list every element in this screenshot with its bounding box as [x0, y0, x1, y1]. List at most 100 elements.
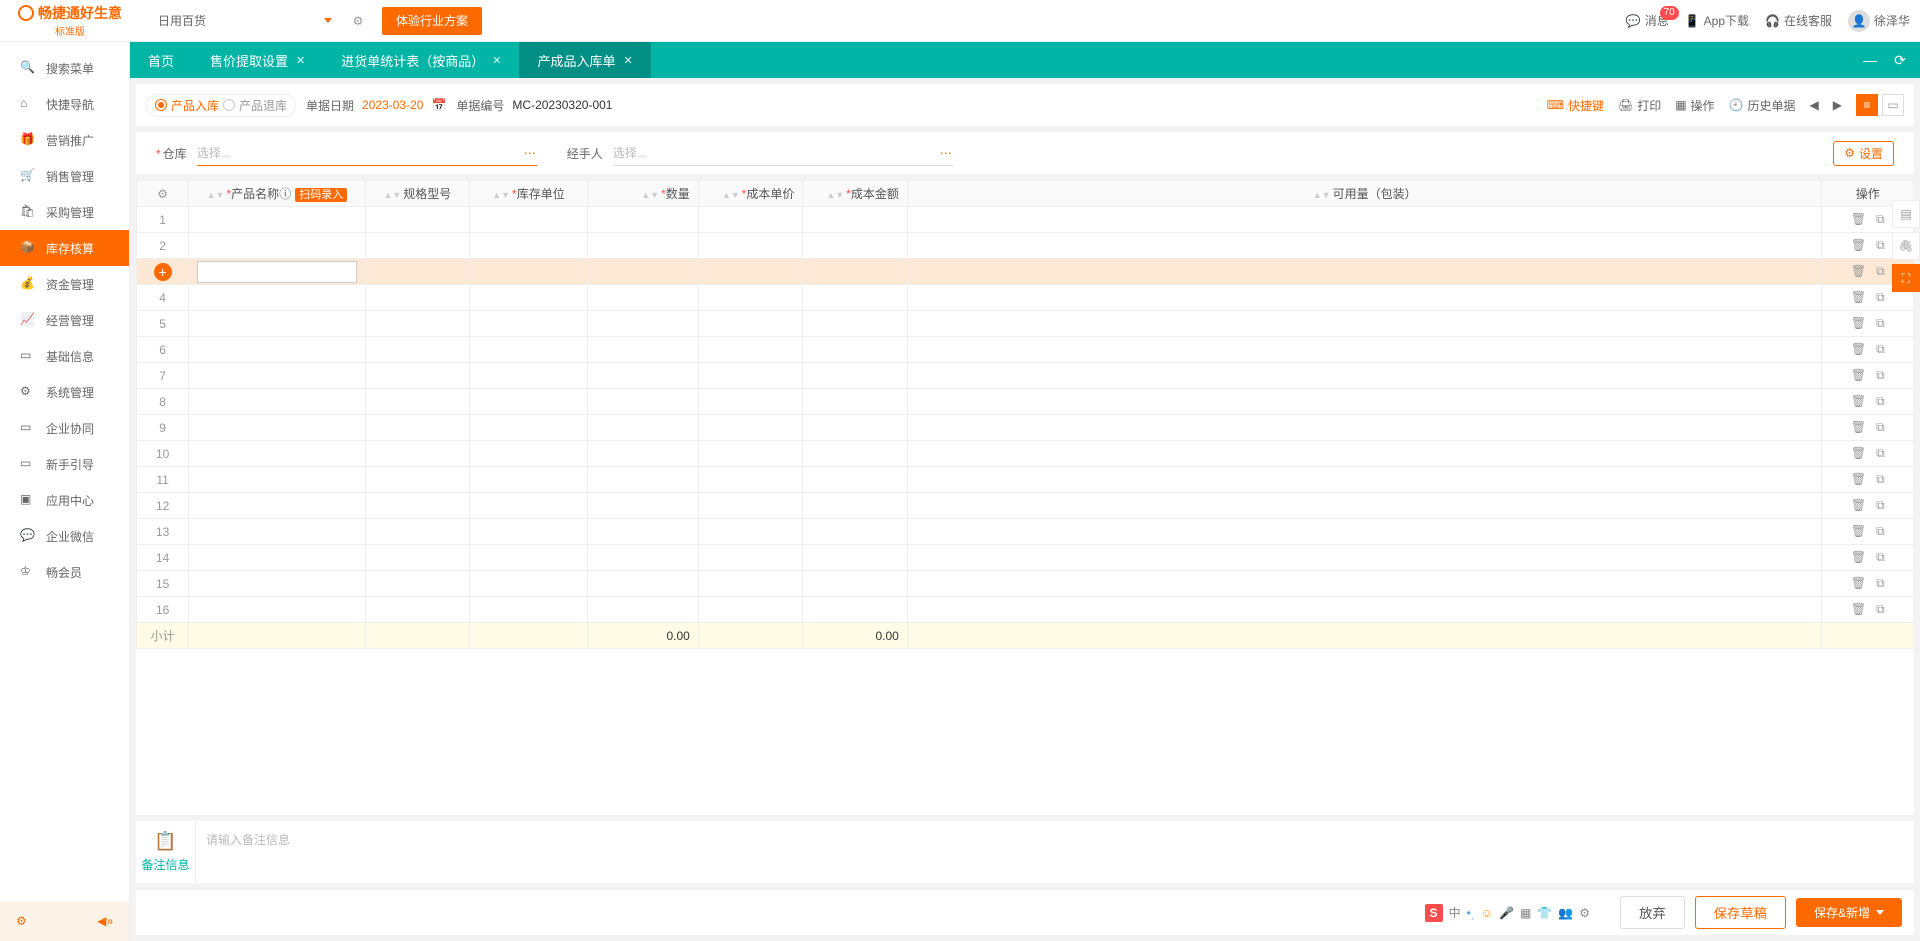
- discard-button[interactable]: 放弃: [1620, 896, 1685, 929]
- sidebar-collapse-icon[interactable]: ◀»: [97, 914, 113, 928]
- online-service-button[interactable]: 🎧在线客服: [1765, 12, 1832, 29]
- copy-row-icon[interactable]: ⧉: [1876, 342, 1885, 357]
- copy-row-icon[interactable]: ⧉: [1876, 290, 1885, 305]
- sidebar-item-info[interactable]: ▭基础信息: [0, 338, 129, 374]
- table-row[interactable]: 12🗑⧉: [137, 493, 1914, 519]
- table-row[interactable]: 11🗑⧉: [137, 467, 1914, 493]
- sidebar-item-home[interactable]: ⌂快捷导航: [0, 86, 129, 122]
- sidebar-item-cart[interactable]: 🛒销售管理: [0, 158, 129, 194]
- sidebar-settings-icon[interactable]: ⚙: [16, 914, 27, 928]
- table-row[interactable]: 14🗑⧉: [137, 545, 1914, 571]
- close-icon[interactable]: ✕: [624, 54, 633, 67]
- tab-1[interactable]: 售价提取设置✕: [192, 42, 323, 78]
- prev-doc-button[interactable]: ◀: [1810, 98, 1819, 112]
- history-button[interactable]: 🕘历史单据: [1729, 97, 1796, 114]
- delete-row-icon[interactable]: 🗑: [1851, 498, 1866, 513]
- delete-row-icon[interactable]: 🗑: [1851, 394, 1866, 409]
- sidebar-item-box[interactable]: 📦库存核算: [0, 230, 129, 266]
- table-row[interactable]: 1🗑⧉: [137, 207, 1914, 233]
- add-row-button[interactable]: +: [154, 263, 172, 281]
- copy-row-icon[interactable]: ⧉: [1876, 472, 1885, 487]
- delete-row-icon[interactable]: 🗑: [1851, 446, 1866, 461]
- delete-row-icon[interactable]: 🗑: [1851, 368, 1866, 383]
- handler-field[interactable]: 经手人 选择...⋯: [567, 140, 953, 166]
- sidebar-item-guide[interactable]: ▭新手引导: [0, 446, 129, 482]
- operate-button[interactable]: ▦操作: [1675, 97, 1714, 114]
- sidebar-item-chart[interactable]: 📈经营管理: [0, 302, 129, 338]
- tab-2[interactable]: 进货单统计表（按商品）✕: [323, 42, 519, 78]
- delete-row-icon[interactable]: 🗑: [1851, 472, 1866, 487]
- delete-row-icon[interactable]: 🗑: [1851, 212, 1866, 227]
- table-row[interactable]: 5🗑⧉: [137, 311, 1914, 337]
- warehouse-field[interactable]: 仓库 选择...⋯: [156, 140, 537, 166]
- save-and-new-button[interactable]: 保存&新增: [1796, 898, 1902, 927]
- close-icon[interactable]: ✕: [296, 54, 305, 67]
- scan-input-button[interactable]: 扫码录入: [295, 188, 347, 202]
- delete-row-icon[interactable]: 🗑: [1851, 576, 1866, 591]
- app-download-button[interactable]: 📱App下载: [1685, 12, 1749, 29]
- copy-row-icon[interactable]: ⧉: [1876, 264, 1885, 279]
- tab-refresh-button[interactable]: ⟳: [1888, 48, 1912, 72]
- col-settings[interactable]: ⚙: [137, 181, 189, 207]
- table-row[interactable]: 7🗑⧉: [137, 363, 1914, 389]
- sidebar-item-wallet[interactable]: 💰资金管理: [0, 266, 129, 302]
- save-draft-button[interactable]: 保存草稿: [1695, 896, 1786, 929]
- user-menu[interactable]: 👤徐泽华: [1848, 10, 1910, 32]
- copy-row-icon[interactable]: ⧉: [1876, 316, 1885, 331]
- radio-product-out[interactable]: 产品退库: [223, 97, 287, 114]
- copy-row-icon[interactable]: ⧉: [1876, 238, 1885, 253]
- sidebar-item-search[interactable]: 🔍搜索菜单: [0, 50, 129, 86]
- view-card-button[interactable]: ▭: [1882, 94, 1904, 116]
- close-icon[interactable]: ✕: [492, 54, 501, 67]
- col-price[interactable]: ▲▼*成本单价: [698, 181, 803, 207]
- print-button[interactable]: 🖨打印: [1618, 97, 1661, 114]
- next-doc-button[interactable]: ▶: [1833, 98, 1842, 112]
- col-unit[interactable]: ▲▼*库存单位: [470, 181, 588, 207]
- messages-button[interactable]: 💬 消息 70: [1626, 12, 1669, 29]
- view-list-button[interactable]: ≡: [1856, 94, 1878, 116]
- shortcut-link[interactable]: ⌨快捷键: [1547, 97, 1604, 114]
- table-row[interactable]: 16🗑⧉: [137, 597, 1914, 623]
- category-settings-button[interactable]: ⚙: [344, 7, 372, 35]
- sidebar-item-bag[interactable]: 🛍采购管理: [0, 194, 129, 230]
- copy-row-icon[interactable]: ⧉: [1876, 602, 1885, 617]
- try-industry-button[interactable]: 体验行业方案: [382, 7, 482, 35]
- table-row[interactable]: 15🗑⧉: [137, 571, 1914, 597]
- col-available[interactable]: ▲▼可用量（包装）: [907, 181, 1822, 207]
- copy-row-icon[interactable]: ⧉: [1876, 212, 1885, 227]
- delete-row-icon[interactable]: 🗑: [1851, 602, 1866, 617]
- sidebar-item-apps[interactable]: ▣应用中心: [0, 482, 129, 518]
- tab-0[interactable]: 首页: [130, 42, 192, 78]
- sidebar-item-wechat[interactable]: 💬企业微信: [0, 518, 129, 554]
- table-row[interactable]: 6🗑⧉: [137, 337, 1914, 363]
- col-amount[interactable]: ▲▼*成本金额: [803, 181, 908, 207]
- copy-row-icon[interactable]: ⧉: [1876, 368, 1885, 383]
- rail-expand-button[interactable]: ⛶: [1892, 264, 1920, 292]
- copy-row-icon[interactable]: ⧉: [1876, 420, 1885, 435]
- copy-row-icon[interactable]: ⧉: [1876, 498, 1885, 513]
- tab-minimize-button[interactable]: —: [1858, 48, 1882, 72]
- copy-row-icon[interactable]: ⧉: [1876, 394, 1885, 409]
- copy-row-icon[interactable]: ⧉: [1876, 446, 1885, 461]
- delete-row-icon[interactable]: 🗑: [1851, 342, 1866, 357]
- product-name-input[interactable]: [197, 261, 356, 283]
- radio-product-in[interactable]: 产品入库: [155, 97, 219, 114]
- table-row[interactable]: 10🗑⧉: [137, 441, 1914, 467]
- rail-attach-button[interactable]: 🖇: [1892, 232, 1920, 260]
- copy-row-icon[interactable]: ⧉: [1876, 524, 1885, 539]
- col-spec[interactable]: ▲▼规格型号: [365, 181, 470, 207]
- doc-date-field[interactable]: 单据日期 2023-03-20 📅: [306, 97, 446, 114]
- table-row[interactable]: 2🗑⧉: [137, 233, 1914, 259]
- delete-row-icon[interactable]: 🗑: [1851, 316, 1866, 331]
- sidebar-item-team[interactable]: ▭企业协同: [0, 410, 129, 446]
- table-row[interactable]: 4🗑⧉: [137, 285, 1914, 311]
- copy-row-icon[interactable]: ⧉: [1876, 576, 1885, 591]
- sidebar-item-vip[interactable]: ♔畅会员: [0, 554, 129, 590]
- delete-row-icon[interactable]: 🗑: [1851, 420, 1866, 435]
- delete-row-icon[interactable]: 🗑: [1851, 238, 1866, 253]
- col-qty[interactable]: ▲▼*数量: [587, 181, 698, 207]
- remarks-input[interactable]: 请输入备注信息: [196, 821, 1914, 883]
- table-row[interactable]: 8🗑⧉: [137, 389, 1914, 415]
- settings-button[interactable]: ⚙设置: [1833, 141, 1894, 166]
- category-select[interactable]: 日用百货: [150, 7, 340, 35]
